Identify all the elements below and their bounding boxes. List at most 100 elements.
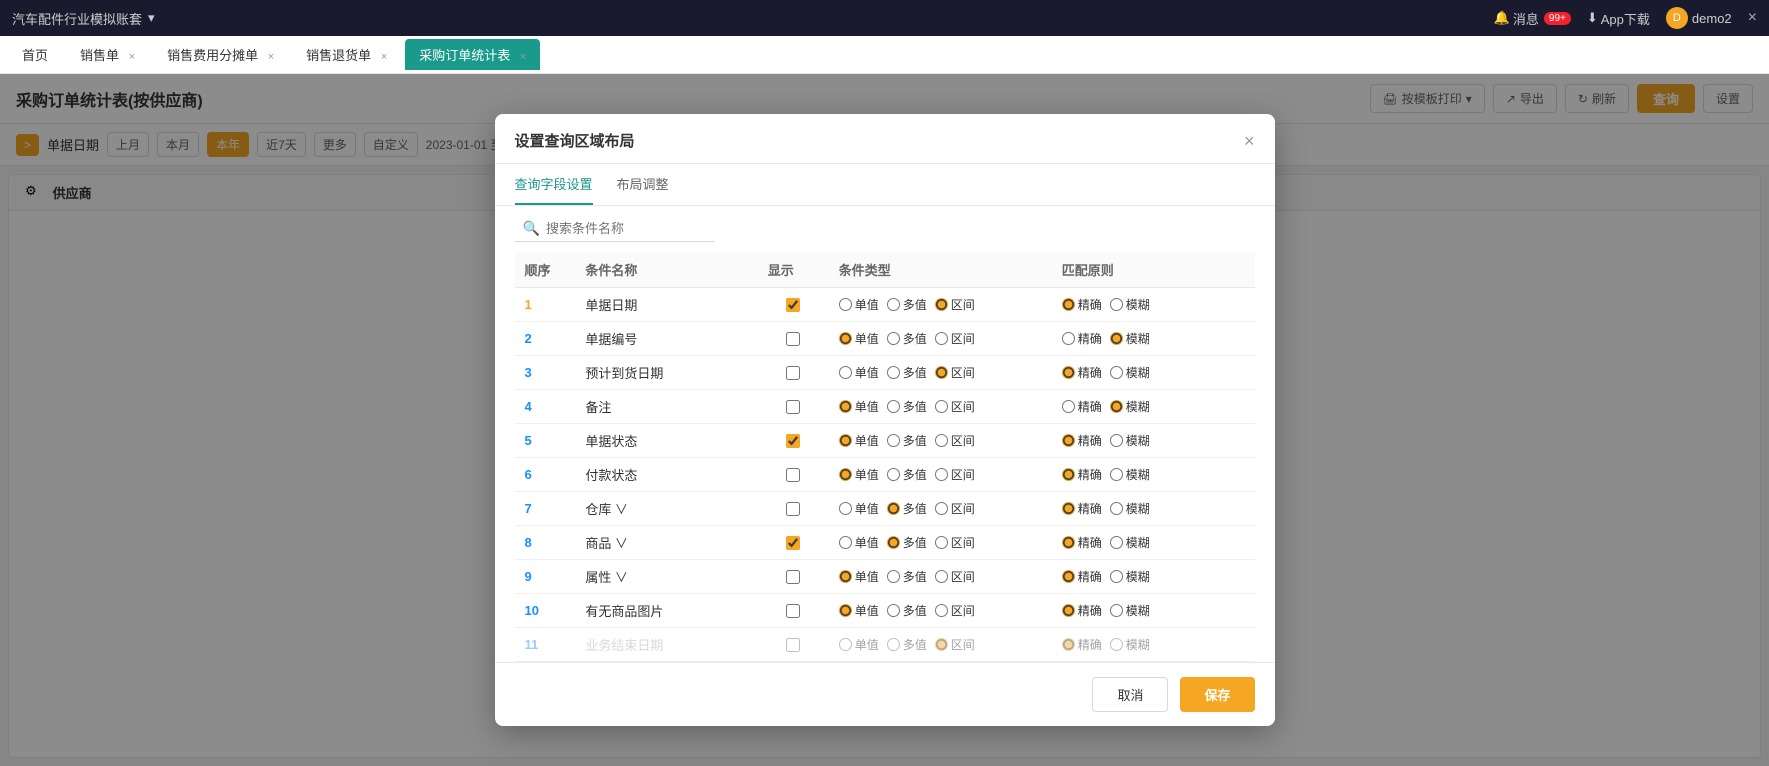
match-radio-精确[interactable]: 精确 xyxy=(1062,364,1102,381)
show-checkbox[interactable] xyxy=(786,604,800,618)
type-radio-多值[interactable]: 多值 xyxy=(887,636,927,653)
match-radio-精确[interactable]: 精确 xyxy=(1062,432,1102,449)
type-radio-单值[interactable]: 单值 xyxy=(839,636,879,653)
tab-sales-return[interactable]: 销售退货单 × xyxy=(292,39,401,70)
type-radio-多值[interactable]: 多值 xyxy=(887,364,927,381)
type-radio-单值[interactable]: 单值 xyxy=(839,500,879,517)
table-row: 1 单据日期 单值 多值 区间 xyxy=(515,288,1255,322)
save-btn[interactable]: 保存 xyxy=(1180,677,1254,712)
close-top-btn[interactable]: × xyxy=(1748,9,1757,27)
match-radio-模糊[interactable]: 模糊 xyxy=(1110,636,1150,653)
seq-num: 1 xyxy=(525,297,532,312)
type-radio-单值[interactable]: 单值 xyxy=(839,432,879,449)
match-radio-模糊[interactable]: 模糊 xyxy=(1110,296,1150,313)
type-radio-区间[interactable]: 区间 xyxy=(935,296,975,313)
search-input[interactable] xyxy=(546,221,706,236)
match-radio-精确[interactable]: 精确 xyxy=(1062,500,1102,517)
cancel-btn[interactable]: 取消 xyxy=(1092,677,1168,712)
seq-cell: 6 xyxy=(515,458,576,492)
show-checkbox[interactable] xyxy=(786,468,800,482)
match-radio-精确[interactable]: 精确 xyxy=(1062,398,1102,415)
type-radio-单值[interactable]: 单值 xyxy=(839,330,879,347)
type-radio-单值[interactable]: 单值 xyxy=(839,296,879,313)
type-radio-单值[interactable]: 单值 xyxy=(839,398,879,415)
type-radio-多值[interactable]: 多值 xyxy=(887,534,927,551)
type-radio-区间[interactable]: 区间 xyxy=(935,466,975,483)
tab-sales-cost-close[interactable]: × xyxy=(268,51,274,63)
show-checkbox[interactable] xyxy=(786,366,800,380)
type-radio-多值[interactable]: 多值 xyxy=(887,330,927,347)
app-name-label: 汽车配件行业模拟账套 xyxy=(12,9,142,28)
match-radio-模糊[interactable]: 模糊 xyxy=(1110,466,1150,483)
show-checkbox[interactable] xyxy=(786,570,800,584)
show-checkbox[interactable] xyxy=(786,638,800,652)
tab-sales-cost[interactable]: 销售费用分摊单 × xyxy=(153,39,288,70)
type-radio-区间[interactable]: 区间 xyxy=(935,602,975,619)
type-radio-区间[interactable]: 区间 xyxy=(935,330,975,347)
notification-btn[interactable]: 🔔 消息 99+ xyxy=(1494,9,1571,28)
type-radio-区间[interactable]: 区间 xyxy=(935,398,975,415)
tab-purchase-stats[interactable]: 采购订单统计表 × xyxy=(405,39,540,70)
type-radio-单值[interactable]: 单值 xyxy=(839,602,879,619)
show-checkbox[interactable] xyxy=(786,298,800,312)
match-radio-精确[interactable]: 精确 xyxy=(1062,466,1102,483)
tab-home[interactable]: 首页 xyxy=(8,39,62,70)
type-radio-单值[interactable]: 单值 xyxy=(839,364,879,381)
match-radio-模糊[interactable]: 模糊 xyxy=(1110,568,1150,585)
show-checkbox[interactable] xyxy=(786,400,800,414)
seq-cell: 9 xyxy=(515,560,576,594)
match-radio-精确[interactable]: 精确 xyxy=(1062,296,1102,313)
user-avatar[interactable]: D demo2 xyxy=(1666,7,1732,29)
type-radio-多值[interactable]: 多值 xyxy=(887,432,927,449)
type-radio-区间[interactable]: 区间 xyxy=(935,500,975,517)
match-radio-精确[interactable]: 精确 xyxy=(1062,330,1102,347)
type-radio-多值[interactable]: 多值 xyxy=(887,398,927,415)
type-radio-多值[interactable]: 多值 xyxy=(887,500,927,517)
top-nav-actions: 🔔 消息 99+ ⬇ App下载 D demo2 × xyxy=(1494,7,1757,29)
type-radio-单值[interactable]: 单值 xyxy=(839,534,879,551)
type-radio-区间[interactable]: 区间 xyxy=(935,534,975,551)
type-radio-区间[interactable]: 区间 xyxy=(935,364,975,381)
match-radio-模糊[interactable]: 模糊 xyxy=(1110,602,1150,619)
type-radio-区间[interactable]: 区间 xyxy=(935,432,975,449)
type-radio-多值[interactable]: 多值 xyxy=(887,296,927,313)
match-radio-模糊[interactable]: 模糊 xyxy=(1110,534,1150,551)
tab-field-settings[interactable]: 查询字段设置 xyxy=(515,164,593,205)
match-radio-模糊[interactable]: 模糊 xyxy=(1110,398,1150,415)
name-cell: 有无商品图片 xyxy=(575,594,757,628)
match-radio-模糊[interactable]: 模糊 xyxy=(1110,432,1150,449)
tab-purchase-stats-close[interactable]: × xyxy=(520,51,526,63)
type-radio-区间[interactable]: 区间 xyxy=(935,568,975,585)
tab-sales[interactable]: 销售单 × xyxy=(66,39,149,70)
match-radio-精确[interactable]: 精确 xyxy=(1062,602,1102,619)
type-radio-多值[interactable]: 多值 xyxy=(887,466,927,483)
type-radio-单值[interactable]: 单值 xyxy=(839,568,879,585)
match-radio-模糊[interactable]: 模糊 xyxy=(1110,500,1150,517)
dialog-close-btn[interactable]: × xyxy=(1244,132,1255,150)
type-cell: 单值 多值 区间 xyxy=(829,288,1052,322)
seq-cell: 7 xyxy=(515,492,576,526)
tab-sales-close[interactable]: × xyxy=(129,51,135,63)
dropdown-icon[interactable]: ▾ xyxy=(148,10,155,26)
table-row: 7 仓库 ∨ 单值 多值 区间 xyxy=(515,492,1255,526)
show-checkbox[interactable] xyxy=(786,332,800,346)
match-radio-精确[interactable]: 精确 xyxy=(1062,534,1102,551)
match-radio-模糊[interactable]: 模糊 xyxy=(1110,330,1150,347)
type-cell: 单值 多值 区间 xyxy=(829,526,1052,560)
match-radio-精确[interactable]: 精确 xyxy=(1062,636,1102,653)
show-checkbox[interactable] xyxy=(786,434,800,448)
dialog-search: 🔍 xyxy=(495,206,1275,252)
type-radio-多值[interactable]: 多值 xyxy=(887,602,927,619)
show-cell xyxy=(758,322,829,356)
show-checkbox[interactable] xyxy=(786,502,800,516)
tab-layout-adjust[interactable]: 布局调整 xyxy=(617,164,669,205)
name-cell: 付款状态 xyxy=(575,458,757,492)
show-checkbox[interactable] xyxy=(786,536,800,550)
match-radio-模糊[interactable]: 模糊 xyxy=(1110,364,1150,381)
app-download-btn[interactable]: ⬇ App下载 xyxy=(1587,9,1650,28)
type-radio-区间[interactable]: 区间 xyxy=(935,636,975,653)
match-radio-精确[interactable]: 精确 xyxy=(1062,568,1102,585)
tab-sales-return-close[interactable]: × xyxy=(381,51,387,63)
type-radio-多值[interactable]: 多值 xyxy=(887,568,927,585)
type-radio-单值[interactable]: 单值 xyxy=(839,466,879,483)
